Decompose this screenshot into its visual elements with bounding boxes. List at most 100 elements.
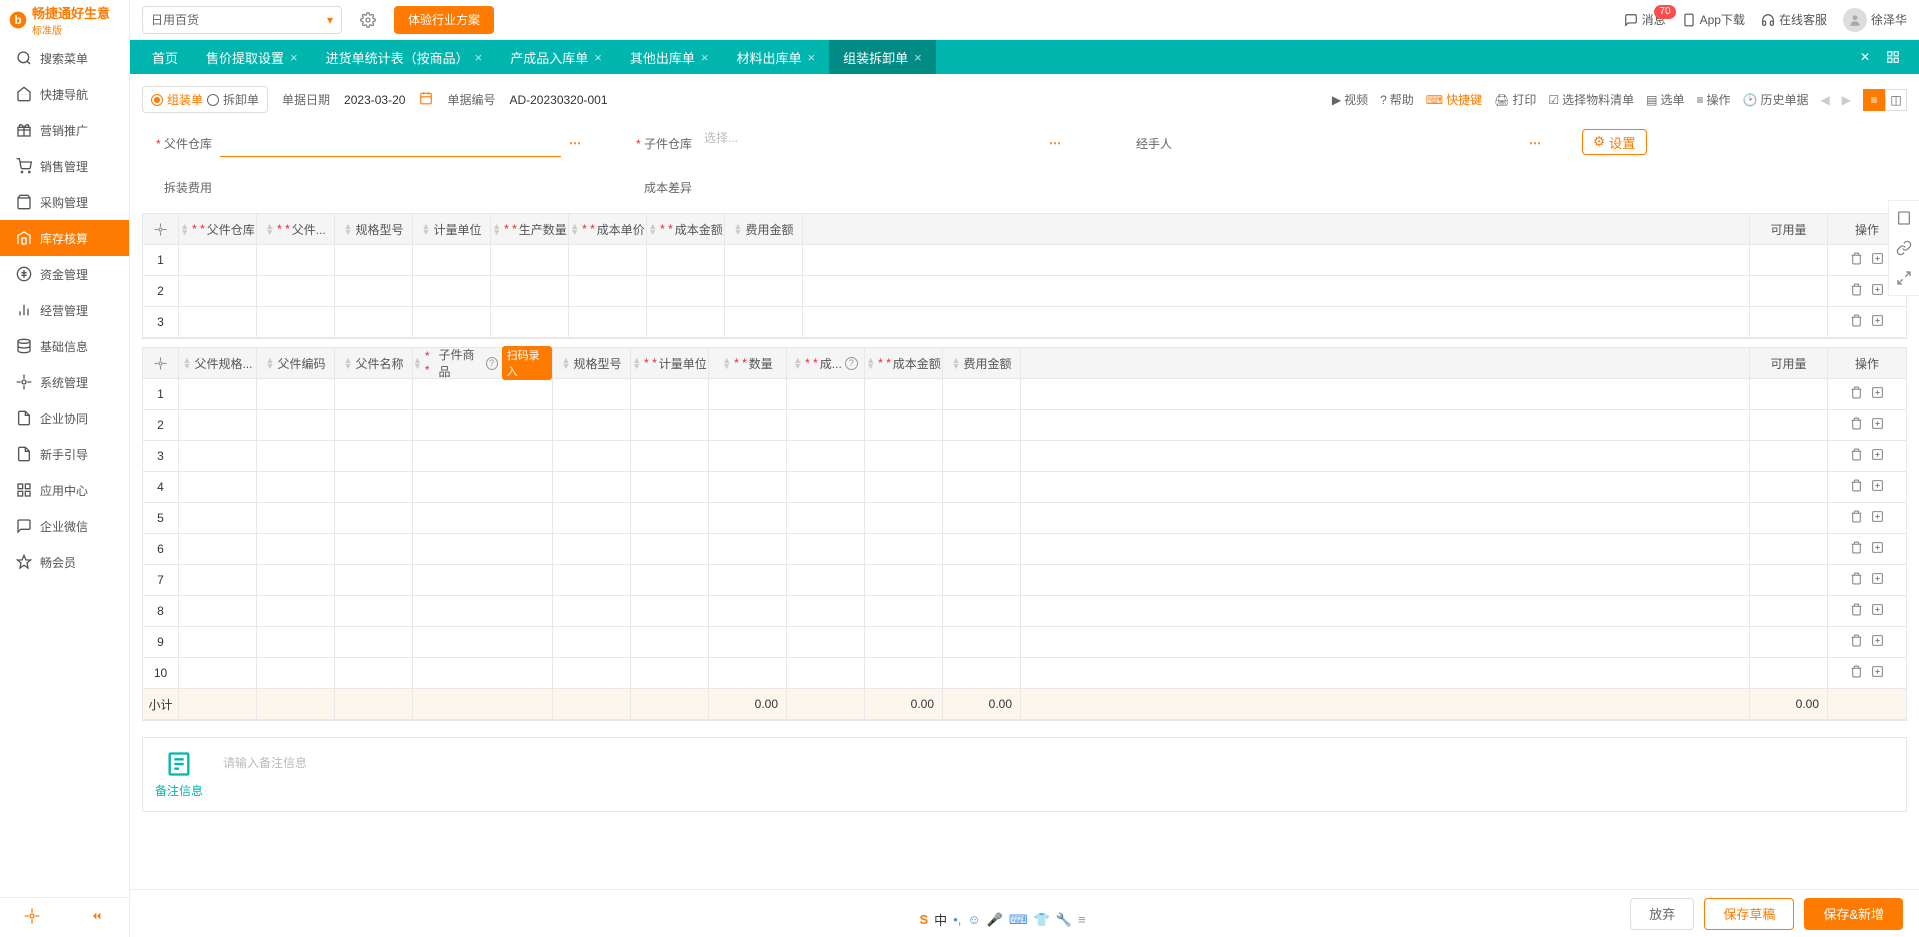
table2-settings-icon[interactable] [143, 348, 179, 378]
table1-settings-icon[interactable] [143, 214, 179, 244]
parent-wh-picker-icon[interactable]: ⋯ [569, 136, 582, 150]
scan-tag[interactable]: 扫码录入 [502, 346, 552, 380]
table2-header[interactable]: ▲▼*计量单位 [631, 348, 709, 378]
select-doc-link[interactable]: ▤ 选单 [1646, 91, 1684, 108]
table-row[interactable]: 2 [143, 410, 1906, 441]
table2-header[interactable]: ▲▼父件名称 [335, 348, 413, 378]
sidebar-item-gift[interactable]: 营销推广 [0, 112, 129, 148]
table2-header[interactable]: ▲▼*成本金额 [865, 348, 943, 378]
sidebar-item-db[interactable]: 基础信息 [0, 328, 129, 364]
category-select[interactable]: 日用百货 ▾ [142, 6, 342, 34]
table-row[interactable]: 1 [143, 379, 1906, 410]
child-wh-picker-icon[interactable]: ⋯ [1049, 136, 1062, 150]
sidebar-item-home[interactable]: 快捷导航 [0, 76, 129, 112]
sidebar-item-warehouse[interactable]: 库存核算 [0, 220, 129, 256]
child-wh-input[interactable]: 选择... [700, 129, 1041, 157]
add-row-icon[interactable] [1871, 417, 1884, 433]
table-row[interactable]: 7 [143, 565, 1906, 596]
costdiff-input[interactable] [700, 173, 1062, 201]
table1-header[interactable]: ▲▼*父件... [257, 214, 335, 244]
table-row[interactable]: 1 [143, 245, 1906, 276]
table1-header[interactable]: ▲▼*成本单价 [569, 214, 647, 244]
sidebar-item-money[interactable]: 资金管理 [0, 256, 129, 292]
table-row[interactable]: 2 [143, 276, 1906, 307]
save-new-button[interactable]: 保存&新增 [1804, 898, 1903, 930]
table-row[interactable]: 4 [143, 472, 1906, 503]
table1-header[interactable]: ▲▼计量单位 [413, 214, 491, 244]
download-link[interactable]: App下载 [1682, 11, 1745, 28]
delete-row-icon[interactable] [1850, 510, 1863, 526]
side-expand-icon[interactable] [1893, 267, 1915, 289]
ime-skin-icon[interactable]: 👕 [1034, 912, 1050, 928]
delete-row-icon[interactable] [1850, 634, 1863, 650]
add-row-icon[interactable] [1871, 448, 1884, 464]
ime-tool-icon[interactable]: 🔧 [1056, 912, 1072, 928]
delete-row-icon[interactable] [1850, 448, 1863, 464]
ime-keyboard-icon[interactable]: ⌨ [1009, 912, 1028, 928]
delete-row-icon[interactable] [1850, 603, 1863, 619]
sidebar-item-bag[interactable]: 采购管理 [0, 184, 129, 220]
add-row-icon[interactable] [1871, 665, 1884, 681]
category-settings-button[interactable] [354, 6, 382, 34]
shortcut-link[interactable]: ⌨ 快捷键 [1426, 91, 1482, 108]
tab-进货单统计表（按商品）[interactable]: 进货单统计表（按商品）× [312, 40, 497, 74]
user-menu[interactable]: 徐泽华 [1843, 8, 1907, 32]
add-row-icon[interactable] [1871, 314, 1884, 330]
calendar-icon[interactable] [419, 91, 433, 108]
ime-lang-button[interactable]: 中 [934, 910, 947, 929]
sidebar-item-doc[interactable]: 新手引导 [0, 436, 129, 472]
handler-picker-icon[interactable]: ⋯ [1529, 136, 1542, 150]
add-row-icon[interactable] [1871, 479, 1884, 495]
date-value[interactable]: 2023-03-20 [344, 93, 405, 107]
delete-row-icon[interactable] [1850, 417, 1863, 433]
side-link-icon[interactable] [1893, 237, 1915, 259]
sidebar-item-search[interactable]: 搜索菜单 [0, 40, 129, 76]
tab-close-icon[interactable]: × [914, 50, 922, 65]
tab-close-icon[interactable]: × [475, 50, 483, 65]
prev-icon[interactable]: ◀ [1821, 93, 1830, 107]
add-row-icon[interactable] [1871, 572, 1884, 588]
sidebar-item-doc[interactable]: 企业协同 [0, 400, 129, 436]
tab-首页[interactable]: 首页 [138, 40, 192, 74]
sidebar-item-chat[interactable]: 企业微信 [0, 508, 129, 544]
add-row-icon[interactable] [1871, 510, 1884, 526]
tab-售价提取设置[interactable]: 售价提取设置× [192, 40, 312, 74]
tab-close-icon[interactable]: × [701, 50, 709, 65]
sidebar-item-gear[interactable]: 系统管理 [0, 364, 129, 400]
operate-link[interactable]: ≡ 操作 [1697, 91, 1731, 108]
delete-row-icon[interactable] [1850, 572, 1863, 588]
video-link[interactable]: ▶ 视频 [1332, 91, 1368, 108]
tab-其他出库单[interactable]: 其他出库单× [616, 40, 723, 74]
table-row[interactable]: 5 [143, 503, 1906, 534]
messages-link[interactable]: 消息 70 [1624, 11, 1666, 28]
delete-row-icon[interactable] [1850, 541, 1863, 557]
ime-emoji-icon[interactable]: ☺ [967, 912, 980, 927]
handler-input[interactable] [1180, 129, 1521, 157]
sidebar-item-chart[interactable]: 经营管理 [0, 292, 129, 328]
table2-header[interactable]: ▲▼父件编码 [257, 348, 335, 378]
tabs-more-icon[interactable] [1883, 47, 1903, 67]
tab-close-icon[interactable]: × [594, 50, 602, 65]
parent-wh-input[interactable] [220, 129, 561, 157]
table2-header[interactable]: ▲▼费用金额 [943, 348, 1021, 378]
delete-row-icon[interactable] [1850, 314, 1863, 330]
add-row-icon[interactable] [1871, 634, 1884, 650]
tab-close-icon[interactable]: × [290, 50, 298, 65]
delete-row-icon[interactable] [1850, 665, 1863, 681]
sidebar-item-vip[interactable]: 畅会员 [0, 544, 129, 580]
service-link[interactable]: 在线客服 [1761, 11, 1827, 28]
print-link[interactable]: 🖨 打印 [1494, 91, 1536, 108]
table1-header[interactable]: ▲▼*父件仓库 [179, 214, 257, 244]
try-industry-button[interactable]: 体验行业方案 [394, 6, 494, 34]
radio-disassemble[interactable]: 拆卸单 [207, 91, 259, 108]
table2-header[interactable]: ▲▼*数量 [709, 348, 787, 378]
collapse-icon[interactable] [89, 908, 105, 927]
delete-row-icon[interactable] [1850, 479, 1863, 495]
tab-close-icon[interactable]: × [807, 50, 815, 65]
table1-header[interactable]: ▲▼费用金额 [725, 214, 803, 244]
table1-header[interactable]: ▲▼*生产数量 [491, 214, 569, 244]
delete-row-icon[interactable] [1850, 283, 1863, 299]
remark-input[interactable]: 请输入备注信息 [219, 750, 1894, 775]
table2-header[interactable]: ▲▼规格型号 [553, 348, 631, 378]
table-row[interactable]: 3 [143, 441, 1906, 472]
